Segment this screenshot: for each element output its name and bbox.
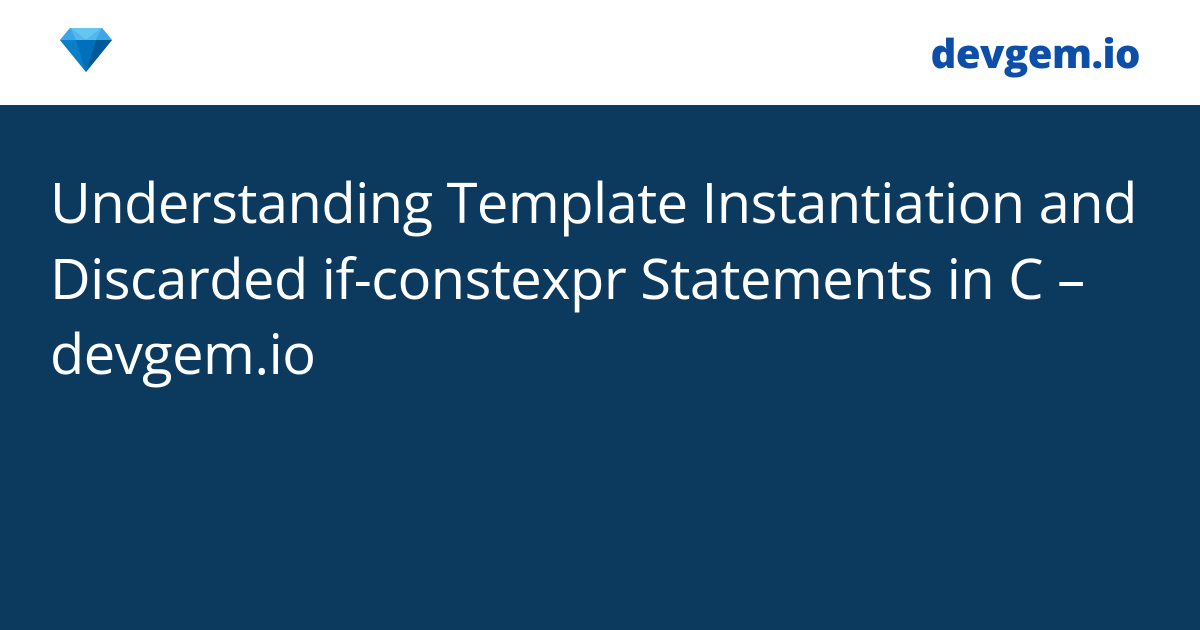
header-bar: devgem.io <box>0 0 1200 105</box>
brand-name: devgem.io <box>931 25 1140 80</box>
page-title: Understanding Template Instantiation and… <box>50 165 1150 392</box>
gem-icon <box>60 28 112 77</box>
site-logo <box>60 28 112 77</box>
hero-section: Understanding Template Instantiation and… <box>0 105 1200 630</box>
